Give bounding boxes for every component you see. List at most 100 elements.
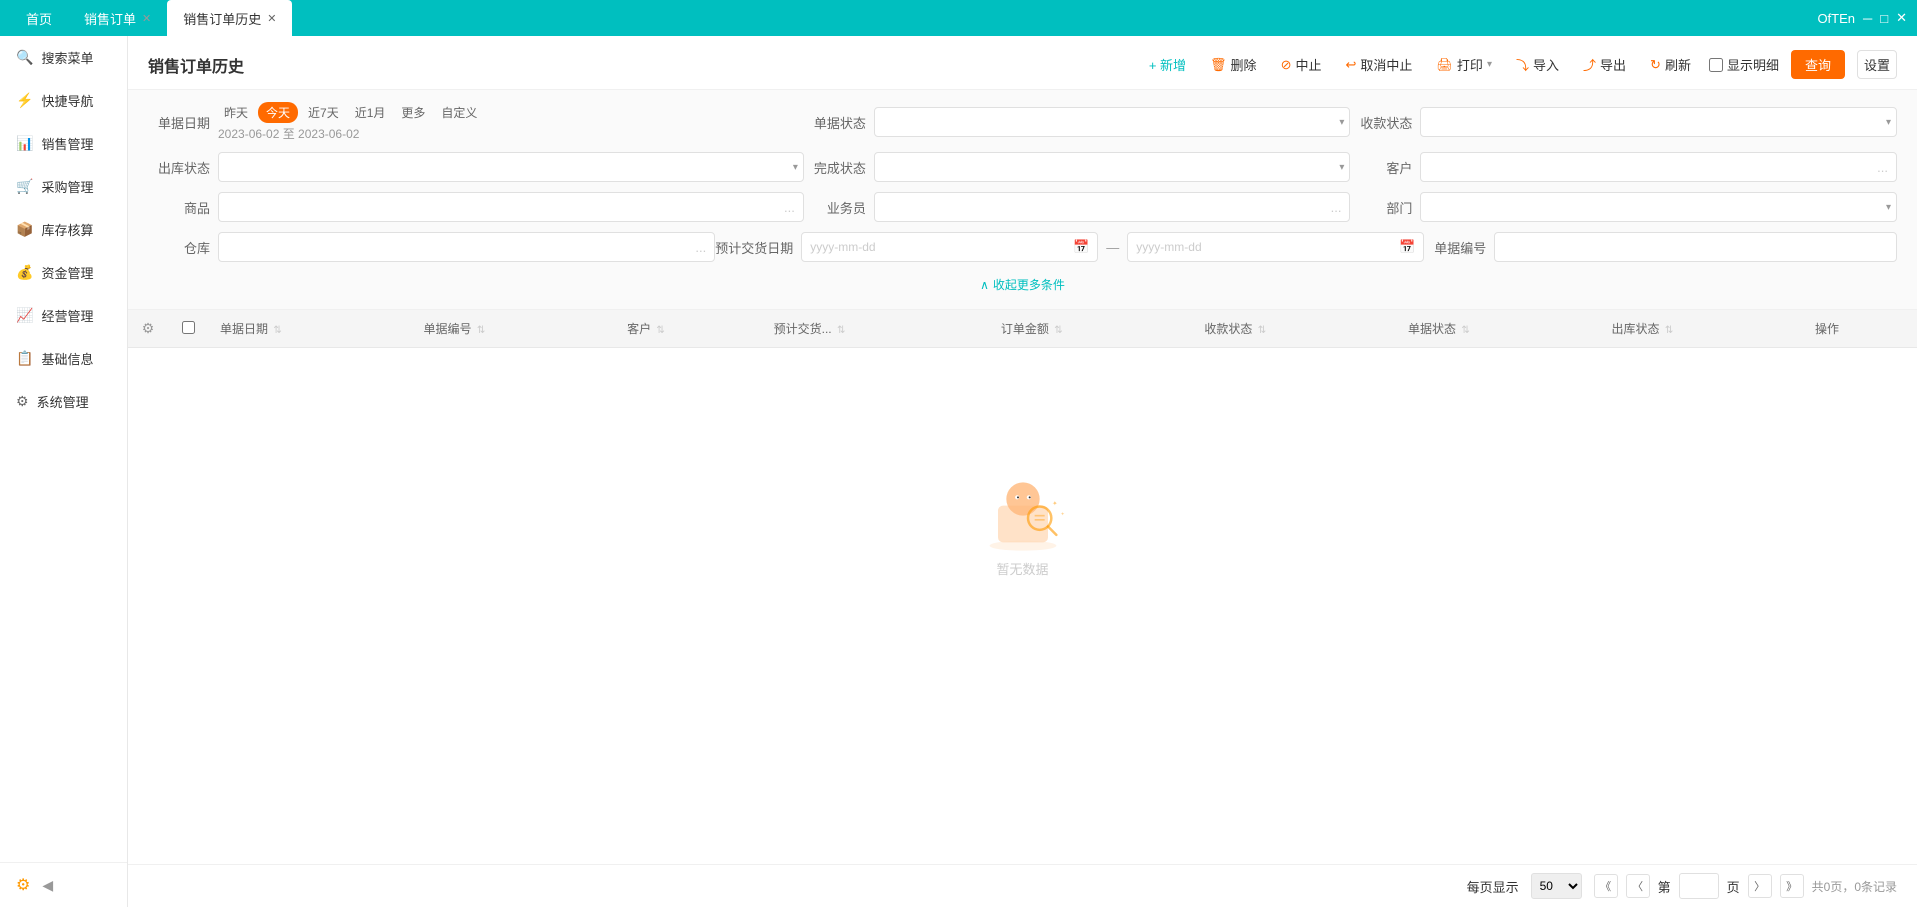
svg-text:✦: ✦ (1060, 511, 1064, 517)
date-last7[interactable]: 近7天 (302, 102, 345, 123)
sidebar-item-system[interactable]: ⚙ 系统管理 (0, 380, 127, 423)
bill-status-select[interactable] (874, 107, 1351, 137)
th-stock-status-label: 出库状态 (1611, 322, 1659, 336)
tab-sales-order-history-close[interactable]: ✕ (267, 12, 276, 25)
date-more[interactable]: 更多 (395, 102, 431, 123)
th-date-sort-icon[interactable]: ⇅ (273, 325, 281, 336)
sidebar-item-purchase[interactable]: 🛒 采购管理 (0, 165, 127, 208)
sidebar-settings-icon[interactable]: ⚙ (16, 875, 30, 895)
sidebar-item-quick-nav[interactable]: ⚡ 快捷导航 (0, 79, 127, 122)
tab-sales-order-label: 销售订单 (84, 9, 136, 28)
th-stock-sort-icon[interactable]: ⇅ (1665, 325, 1673, 336)
th-payment-status-label: 收款状态 (1204, 322, 1252, 336)
show-detail-checkbox[interactable] (1709, 58, 1723, 72)
first-page-button[interactable]: 《 (1594, 874, 1618, 898)
bill-number-input[interactable] (1494, 232, 1897, 262)
minimize-icon[interactable]: ─ (1863, 11, 1872, 26)
stock-out-select[interactable] (218, 152, 804, 182)
department-select[interactable] (1420, 192, 1897, 222)
th-bill-status: 单据状态 ⇅ (1396, 310, 1600, 348)
close-window-icon[interactable]: ✕ (1896, 10, 1907, 26)
sidebar-item-sales-label: 销售管理 (41, 134, 93, 153)
th-payment-sort-icon[interactable]: ⇅ (1258, 325, 1266, 336)
goods-input[interactable]: ... (218, 192, 804, 222)
maximize-icon[interactable]: □ (1880, 11, 1888, 26)
th-customer-sort-icon[interactable]: ⇅ (656, 325, 664, 336)
select-all-checkbox[interactable] (182, 321, 195, 334)
page-size-label: 每页显示 (1467, 877, 1519, 896)
complete-status-select[interactable] (874, 152, 1351, 182)
th-bill-sort-icon[interactable]: ⇅ (1461, 325, 1469, 336)
next-page-button[interactable]: 〉 (1748, 874, 1772, 898)
sidebar-item-base-label: 基础信息 (41, 349, 93, 368)
complete-status-label: 完成状态 (804, 158, 874, 177)
sidebar-collapse-icon[interactable]: ◀ (42, 877, 53, 894)
sidebar-item-sales[interactable]: 📊 销售管理 (0, 122, 127, 165)
filter-row-3: 商品 ... 业务员 ... 部门 (148, 192, 1897, 222)
new-button[interactable]: + 新增 (1143, 51, 1192, 78)
th-customer-label: 客户 (627, 322, 651, 336)
page-input[interactable]: 1 (1679, 873, 1719, 899)
date-today[interactable]: 今天 (258, 102, 298, 123)
settings-button[interactable]: 设置 (1857, 50, 1897, 79)
th-number: 单据编号 ⇅ (412, 310, 616, 348)
sidebar-item-operation[interactable]: 📈 经营管理 (0, 294, 127, 337)
export-button[interactable]: ⤴ 导出 (1577, 51, 1632, 78)
bill-number-label: 单据编号 (1424, 238, 1494, 257)
sidebar-item-inventory[interactable]: 📦 库存核算 (0, 208, 127, 251)
refresh-button[interactable]: ↻ 刷新 (1644, 51, 1697, 78)
filter-row-4: 仓库 ... 预计交货日期 yyyy-mm-dd 📅 (148, 232, 1897, 262)
quick-nav-icon: ⚡ (16, 92, 33, 109)
customer-label: 客户 (1350, 158, 1420, 177)
last-page-button[interactable]: 》 (1780, 874, 1804, 898)
cancel-stop-button[interactable]: ↩ 取消中止 (1339, 51, 1418, 78)
query-button[interactable]: 查询 (1791, 50, 1845, 79)
expected-date-start[interactable]: yyyy-mm-dd 📅 (801, 232, 1098, 262)
th-expected-date: 预计交货... ⇅ (762, 310, 989, 348)
bill-status-control: ▾ (874, 107, 1351, 137)
finance-icon: 💰 (16, 264, 33, 281)
th-expected-date-label: 预计交货... (774, 322, 832, 336)
delete-button[interactable]: 🗑 删除 (1204, 51, 1263, 78)
salesman-input[interactable]: ... (874, 192, 1351, 222)
date-range-text: 2023-06-02 至 2023-06-02 (218, 125, 804, 142)
tab-sales-order-history[interactable]: 销售订单历史 ✕ (167, 0, 292, 36)
sidebar-item-quick-nav-label: 快捷导航 (41, 91, 93, 110)
page-size-select[interactable]: 10 20 50 100 (1531, 873, 1582, 899)
filter-bill-number: 单据编号 (1424, 232, 1897, 262)
date-yesterday[interactable]: 昨天 (218, 102, 254, 123)
filter-expected-date: 预计交货日期 yyyy-mm-dd 📅 — yyyy-mm-dd 📅 (715, 232, 1424, 262)
payment-status-control: ▾ (1420, 107, 1897, 137)
table-settings-icon[interactable]: ⚙ (142, 320, 155, 336)
customer-input[interactable]: ... (1420, 152, 1897, 182)
sidebar-bottom: ⚙ ◀ (0, 862, 127, 907)
tab-home[interactable]: 首页 (10, 0, 68, 36)
warehouse-input[interactable]: ... (218, 232, 715, 262)
th-number-sort-icon[interactable]: ⇅ (477, 325, 485, 336)
date-separator: — (1102, 240, 1123, 255)
th-amount-sort-icon[interactable]: ⇅ (1054, 325, 1062, 336)
sidebar-item-search-menu[interactable]: 🔍 搜索菜单 (0, 36, 127, 79)
base-icon: 📋 (16, 350, 33, 367)
date-custom[interactable]: 自定义 (435, 102, 483, 123)
tab-sales-order[interactable]: 销售订单 ✕ (68, 0, 167, 36)
print-dropdown-icon[interactable]: ▾ (1487, 59, 1492, 70)
tab-sales-order-close[interactable]: ✕ (142, 12, 151, 25)
search-menu-icon: 🔍 (16, 49, 33, 66)
import-button[interactable]: ⤵ 导入 (1510, 51, 1565, 78)
date-last-month[interactable]: 近1月 (349, 102, 392, 123)
collapse-bar[interactable]: ∧ 收起更多条件 (148, 272, 1897, 297)
expected-date-end[interactable]: yyyy-mm-dd 📅 (1127, 232, 1424, 262)
cancel-stop-icon: ↩ (1345, 57, 1356, 73)
sidebar-item-base[interactable]: 📋 基础信息 (0, 337, 127, 380)
sidebar-item-operation-label: 经营管理 (41, 306, 93, 325)
department-control: ▾ (1420, 192, 1897, 222)
expected-date-control: yyyy-mm-dd 📅 — yyyy-mm-dd 📅 (801, 232, 1424, 262)
print-button[interactable]: 🖨 打印 ▾ (1430, 51, 1498, 78)
prev-page-button[interactable]: 〈 (1626, 874, 1650, 898)
payment-status-select[interactable] (1420, 107, 1897, 137)
stop-button[interactable]: ⊘ 中止 (1275, 51, 1328, 78)
sidebar-item-finance[interactable]: 💰 资金管理 (0, 251, 127, 294)
collapse-label: 收起更多条件 (993, 276, 1065, 293)
th-expected-sort-icon[interactable]: ⇅ (837, 325, 845, 336)
